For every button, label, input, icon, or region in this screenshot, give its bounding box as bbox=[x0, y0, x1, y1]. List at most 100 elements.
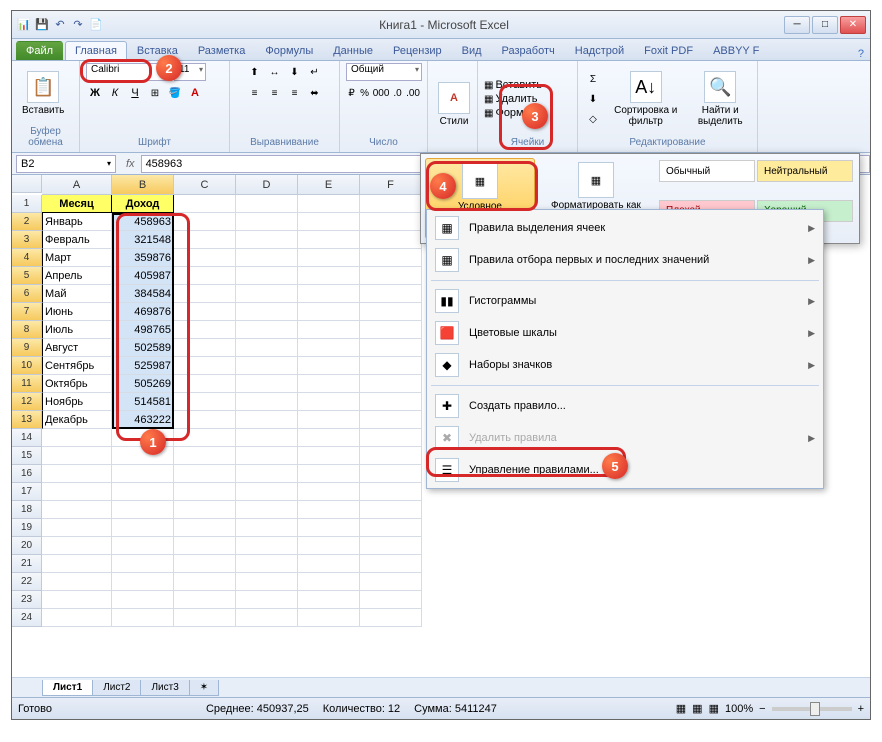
delete-cells-button[interactable]: ▦ Удалить bbox=[484, 93, 542, 105]
underline-button[interactable]: Ч bbox=[126, 84, 144, 102]
cell-B6[interactable]: 384584 bbox=[112, 285, 174, 303]
align-right-icon[interactable]: ≡ bbox=[286, 84, 304, 102]
tab-layout[interactable]: Разметка bbox=[188, 41, 256, 60]
cell-E24[interactable] bbox=[298, 609, 360, 627]
sheet-tab-1[interactable]: Лист1 bbox=[42, 680, 93, 696]
cell-E15[interactable] bbox=[298, 447, 360, 465]
cell-C14[interactable] bbox=[174, 429, 236, 447]
cell-F6[interactable] bbox=[360, 285, 422, 303]
border-button[interactable]: ⊞ bbox=[146, 84, 164, 102]
cell-D17[interactable] bbox=[236, 483, 298, 501]
bold-button[interactable]: Ж bbox=[86, 84, 104, 102]
cell-A17[interactable] bbox=[42, 483, 112, 501]
align-bottom-icon[interactable]: ⬇ bbox=[286, 63, 304, 81]
cell-B22[interactable] bbox=[112, 573, 174, 591]
cell-B2[interactable]: 458963 bbox=[112, 213, 174, 231]
col-F[interactable]: F bbox=[360, 175, 422, 195]
tab-data[interactable]: Данные bbox=[323, 41, 383, 60]
tab-insert[interactable]: Вставка bbox=[127, 41, 188, 60]
cell-F21[interactable] bbox=[360, 555, 422, 573]
cell-E17[interactable] bbox=[298, 483, 360, 501]
fill-color-button[interactable]: 🪣 bbox=[166, 84, 184, 102]
cell-B7[interactable]: 469876 bbox=[112, 303, 174, 321]
menu-data-bars[interactable]: ▮▮Гистограммы▶ bbox=[429, 285, 821, 317]
cell-D6[interactable] bbox=[236, 285, 298, 303]
cell-E18[interactable] bbox=[298, 501, 360, 519]
insert-cells-button[interactable]: ▦ Вставить bbox=[484, 79, 542, 91]
sheet-tab-3[interactable]: Лист3 bbox=[140, 680, 189, 696]
cell-E16[interactable] bbox=[298, 465, 360, 483]
cell-B17[interactable] bbox=[112, 483, 174, 501]
cell-A22[interactable] bbox=[42, 573, 112, 591]
cell-C20[interactable] bbox=[174, 537, 236, 555]
cell-F7[interactable] bbox=[360, 303, 422, 321]
cell-D15[interactable] bbox=[236, 447, 298, 465]
zoom-in-button[interactable]: + bbox=[858, 703, 864, 715]
cell-A20[interactable] bbox=[42, 537, 112, 555]
select-all-corner[interactable] bbox=[12, 175, 42, 193]
cell-A15[interactable] bbox=[42, 447, 112, 465]
cell-B13[interactable]: 463222 bbox=[112, 411, 174, 429]
maximize-button[interactable]: □ bbox=[812, 16, 838, 34]
cell-A4[interactable]: Март bbox=[42, 249, 112, 267]
cell-A7[interactable]: Июнь bbox=[42, 303, 112, 321]
cell-B20[interactable] bbox=[112, 537, 174, 555]
tab-view[interactable]: Вид bbox=[452, 41, 492, 60]
cell-C1[interactable] bbox=[174, 195, 236, 213]
cell-F5[interactable] bbox=[360, 267, 422, 285]
cell-E20[interactable] bbox=[298, 537, 360, 555]
cell-E8[interactable] bbox=[298, 321, 360, 339]
cell-B24[interactable] bbox=[112, 609, 174, 627]
cell-E12[interactable] bbox=[298, 393, 360, 411]
row-15[interactable]: 15 bbox=[12, 447, 42, 465]
cell-A24[interactable] bbox=[42, 609, 112, 627]
menu-manage-rules[interactable]: ☰Управление правилами... bbox=[429, 454, 821, 486]
cell-C13[interactable] bbox=[174, 411, 236, 429]
row-14[interactable]: 14 bbox=[12, 429, 42, 447]
redo-icon[interactable]: ↷ bbox=[70, 17, 86, 33]
menu-clear-rules[interactable]: ✖Удалить правила▶ bbox=[429, 422, 821, 454]
cell-F17[interactable] bbox=[360, 483, 422, 501]
font-name-select[interactable]: Calibri bbox=[86, 63, 172, 81]
cell-C12[interactable] bbox=[174, 393, 236, 411]
number-format-select[interactable]: Общий bbox=[346, 63, 422, 81]
find-select-button[interactable]: 🔍 Найти и выделить bbox=[690, 69, 752, 129]
cell-E6[interactable] bbox=[298, 285, 360, 303]
minimize-button[interactable]: ─ bbox=[784, 16, 810, 34]
cell-F8[interactable] bbox=[360, 321, 422, 339]
cell-A11[interactable]: Октябрь bbox=[42, 375, 112, 393]
cell-A1[interactable]: Месяц bbox=[42, 195, 112, 213]
tab-home[interactable]: Главная bbox=[65, 41, 127, 60]
qat-menu-icon[interactable]: 📄 bbox=[88, 17, 104, 33]
cell-B11[interactable]: 505269 bbox=[112, 375, 174, 393]
cell-A13[interactable]: Декабрь bbox=[42, 411, 112, 429]
col-E[interactable]: E bbox=[298, 175, 360, 195]
row-20[interactable]: 20 bbox=[12, 537, 42, 555]
menu-color-scales[interactable]: 🟥Цветовые шкалы▶ bbox=[429, 317, 821, 349]
tab-dev[interactable]: Разработч bbox=[492, 41, 565, 60]
cell-B4[interactable]: 359876 bbox=[112, 249, 174, 267]
row-6[interactable]: 6 bbox=[12, 285, 42, 303]
row-21[interactable]: 21 bbox=[12, 555, 42, 573]
tab-foxit[interactable]: Foxit PDF bbox=[634, 41, 703, 60]
cell-A3[interactable]: Февраль bbox=[42, 231, 112, 249]
cell-C16[interactable] bbox=[174, 465, 236, 483]
cell-E19[interactable] bbox=[298, 519, 360, 537]
italic-button[interactable]: К bbox=[106, 84, 124, 102]
clear-icon[interactable]: ◇ bbox=[584, 110, 602, 128]
align-center-icon[interactable]: ≡ bbox=[266, 84, 284, 102]
row-18[interactable]: 18 bbox=[12, 501, 42, 519]
cell-D21[interactable] bbox=[236, 555, 298, 573]
cell-E13[interactable] bbox=[298, 411, 360, 429]
row-4[interactable]: 4 bbox=[12, 249, 42, 267]
cell-E22[interactable] bbox=[298, 573, 360, 591]
cell-D1[interactable] bbox=[236, 195, 298, 213]
row-8[interactable]: 8 bbox=[12, 321, 42, 339]
cell-F13[interactable] bbox=[360, 411, 422, 429]
cell-B21[interactable] bbox=[112, 555, 174, 573]
cell-F12[interactable] bbox=[360, 393, 422, 411]
cell-E4[interactable] bbox=[298, 249, 360, 267]
cell-C10[interactable] bbox=[174, 357, 236, 375]
cell-E11[interactable] bbox=[298, 375, 360, 393]
cell-B12[interactable]: 514581 bbox=[112, 393, 174, 411]
